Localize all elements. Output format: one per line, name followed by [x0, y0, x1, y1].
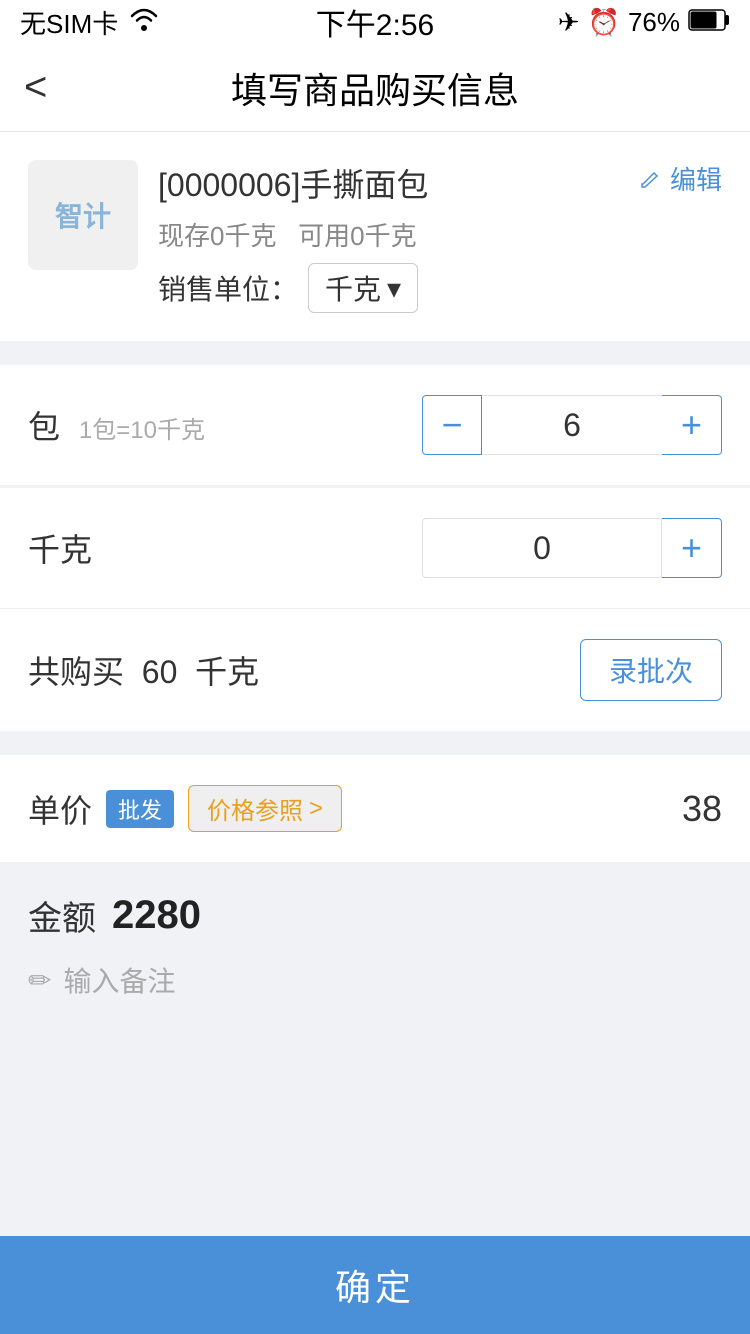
summary-text: 共购买 60 千克 — [28, 647, 259, 693]
bao-decrement-button[interactable]: − — [422, 395, 482, 455]
kg-quantity-section: 千克 + — [0, 488, 750, 609]
unit-select[interactable]: 千克 ▾ — [308, 263, 418, 313]
battery-icon — [688, 7, 730, 38]
amount-label: 金额 — [28, 891, 96, 940]
bao-quantity-row: 包 1包=10千克 − + — [28, 395, 722, 455]
back-button[interactable]: < — [24, 65, 47, 110]
summary-row: 共购买 60 千克 录批次 — [0, 609, 750, 731]
bao-quantity-section: 包 1包=10千克 − + — [0, 365, 750, 486]
product-image: 智计 — [28, 160, 138, 270]
bao-label-group: 包 1包=10千克 — [28, 402, 205, 448]
price-ref-button[interactable]: 价格参照 > — [188, 785, 342, 832]
confirm-button[interactable]: 确定 — [0, 1236, 750, 1334]
bao-increment-button[interactable]: + — [662, 395, 722, 455]
remark-row[interactable]: ✏ 输入备注 — [28, 960, 722, 1000]
product-header: [0000006]手撕面包 编辑 — [158, 160, 722, 206]
pencil-icon: ✏ — [28, 964, 51, 997]
status-bar: 无SIM卡 下午2:56 ✈ ⏰ 76% — [0, 0, 750, 44]
kg-quantity-control: + — [422, 518, 722, 578]
battery-text: 76% — [628, 7, 680, 38]
price-label: 单价 — [28, 786, 92, 832]
bao-hint: 1包=10千克 — [79, 417, 205, 444]
product-name: [0000006]手撕面包 — [158, 160, 640, 206]
status-time: 下午2:56 — [316, 0, 434, 44]
dropdown-icon: ▾ — [387, 272, 401, 305]
product-info: [0000006]手撕面包 编辑 现存0千克 可用0千克 销售单位： 千克 ▾ — [158, 160, 722, 313]
product-logo: 智计 — [55, 195, 111, 235]
kg-quantity-row: 千克 + — [28, 518, 722, 578]
wifi-icon — [128, 7, 160, 38]
spacer2 — [0, 743, 750, 755]
batch-button[interactable]: 录批次 — [580, 639, 722, 701]
kg-quantity-input[interactable] — [422, 518, 662, 578]
price-value: 38 — [682, 788, 722, 830]
bao-quantity-input[interactable] — [482, 395, 662, 455]
price-ref-arrow: > — [309, 795, 323, 823]
bao-label: 包 — [28, 409, 60, 445]
status-left: 无SIM卡 — [20, 4, 160, 41]
bao-quantity-control: − + — [422, 395, 722, 455]
carrier-text: 无SIM卡 — [20, 4, 118, 41]
product-unit-row: 销售单位： 千克 ▾ — [158, 263, 722, 313]
spacer1 — [0, 353, 750, 365]
amount-section: 金额 2280 ✏ 输入备注 — [0, 863, 750, 1020]
location-icon: ✈ — [558, 7, 580, 38]
page-title: 填写商品购买信息 — [231, 62, 519, 114]
bottom-spacer — [0, 1020, 750, 1118]
amount-row: 金额 2280 — [28, 891, 722, 940]
product-card: 智计 [0000006]手撕面包 编辑 现存0千克 可用0千克 销售单位： 千克… — [0, 132, 750, 341]
kg-increment-button[interactable]: + — [662, 518, 722, 578]
status-right: ✈ ⏰ 76% — [558, 7, 730, 38]
edit-button[interactable]: 编辑 — [640, 160, 722, 197]
kg-label: 千克 — [28, 525, 92, 571]
price-section: 单价 批发 价格参照 > 38 — [0, 755, 750, 863]
price-left: 单价 批发 价格参照 > — [28, 785, 342, 832]
alarm-icon: ⏰ — [588, 7, 620, 38]
price-tag-pifa: 批发 — [106, 790, 174, 828]
amount-value: 2280 — [112, 893, 201, 938]
remark-placeholder: 输入备注 — [63, 960, 175, 1000]
product-stock: 现存0千克 可用0千克 — [158, 216, 722, 253]
nav-bar: < 填写商品购买信息 — [0, 44, 750, 132]
